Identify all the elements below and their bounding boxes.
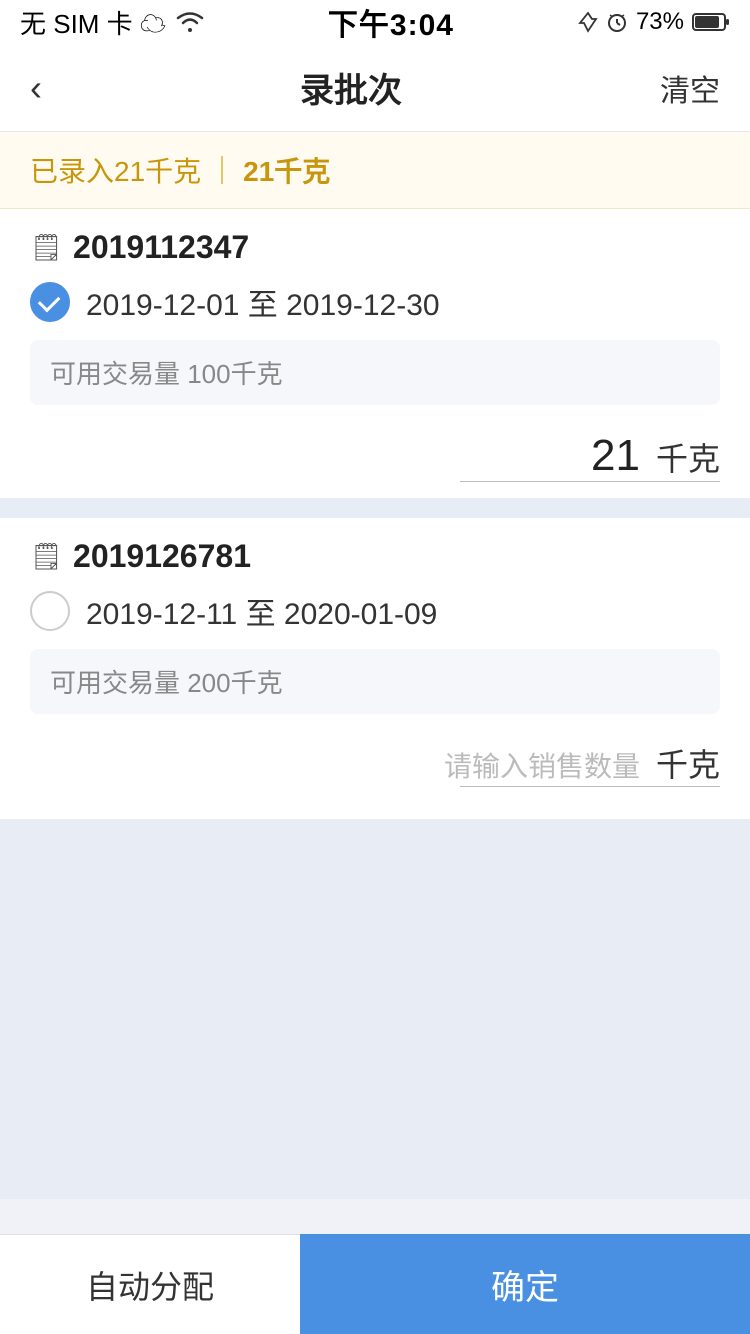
bottom-buttons: 自动分配 确定 — [0, 1234, 750, 1334]
battery-percent: 73% — [636, 8, 684, 36]
radio-btn-2[interactable] — [30, 591, 70, 631]
bottom-area — [0, 819, 750, 1199]
qty-input-row-1[interactable]: 21 千克 — [0, 421, 750, 481]
qty-placeholder-2: 请输入销售数量 — [444, 745, 640, 785]
batch-date-1: 2019-12-01 至 2019-12-30 — [86, 280, 440, 324]
qty-value-1: 21 — [591, 431, 640, 481]
batch-item-2: 🗒 2019126781 2019-12-11 至 2020-01-09 可用交… — [0, 518, 750, 819]
clear-button[interactable]: 清空 — [660, 66, 720, 110]
batch-id-2: 2019126781 — [73, 538, 251, 575]
status-left: 无 SIM 卡 ☁ — [20, 4, 204, 41]
nav-bar: ‹ 录批次 清空 — [0, 44, 750, 132]
unit-label-2: 千克 — [656, 740, 720, 786]
alarm-icon — [606, 11, 628, 33]
batch-id-1: 2019112347 — [73, 229, 249, 266]
sim-label: 无 SIM 卡 ☁ — [20, 4, 166, 41]
batch-qty-row-1: 可用交易量 100千克 — [30, 340, 720, 405]
confirm-button[interactable]: 确定 — [300, 1234, 750, 1334]
batch-header-1: 🗒 2019112347 — [0, 209, 750, 276]
radio-btn-1[interactable] — [30, 282, 70, 322]
batch-item-1: 🗒 2019112347 2019-12-01 至 2019-12-30 可用交… — [0, 209, 750, 498]
spacer-2 — [0, 803, 750, 819]
auto-distribute-button[interactable]: 自动分配 — [0, 1234, 300, 1334]
wifi-icon — [176, 11, 204, 33]
qty-input-row-2[interactable]: 请输入销售数量 千克 — [0, 730, 750, 786]
summary-label: 已录入21千克 — [30, 150, 201, 190]
batch-qty-text-2: 可用交易量 200千克 — [50, 668, 283, 698]
batch-icon-1: 🗒 — [30, 232, 63, 263]
summary-bar: 已录入21千克 21千克 — [0, 132, 750, 209]
batch-date-row-2: 2019-12-11 至 2020-01-09 — [0, 585, 750, 645]
batch-date-row-1: 2019-12-01 至 2019-12-30 — [0, 276, 750, 336]
status-right: 73% — [578, 8, 730, 36]
batch-qty-row-2: 可用交易量 200千克 — [30, 649, 720, 714]
status-time: 下午3:04 — [328, 0, 454, 44]
batch-header-2: 🗒 2019126781 — [0, 518, 750, 585]
underline-2 — [0, 786, 750, 803]
page-title: 录批次 — [300, 63, 402, 112]
underline-1 — [0, 481, 750, 498]
batch-icon-2: 🗒 — [30, 541, 63, 572]
battery-icon — [692, 12, 730, 32]
location-icon — [578, 11, 598, 33]
summary-value: 21千克 — [243, 150, 330, 190]
batch-qty-text-1: 可用交易量 100千克 — [50, 359, 283, 389]
batch-date-2: 2019-12-11 至 2020-01-09 — [86, 589, 437, 633]
status-bar: 无 SIM 卡 ☁ 下午3:04 73% — [0, 0, 750, 44]
unit-label-1: 千克 — [656, 434, 720, 480]
summary-divider — [221, 156, 223, 184]
back-button[interactable]: ‹ — [30, 67, 42, 109]
separator-1 — [0, 498, 750, 518]
